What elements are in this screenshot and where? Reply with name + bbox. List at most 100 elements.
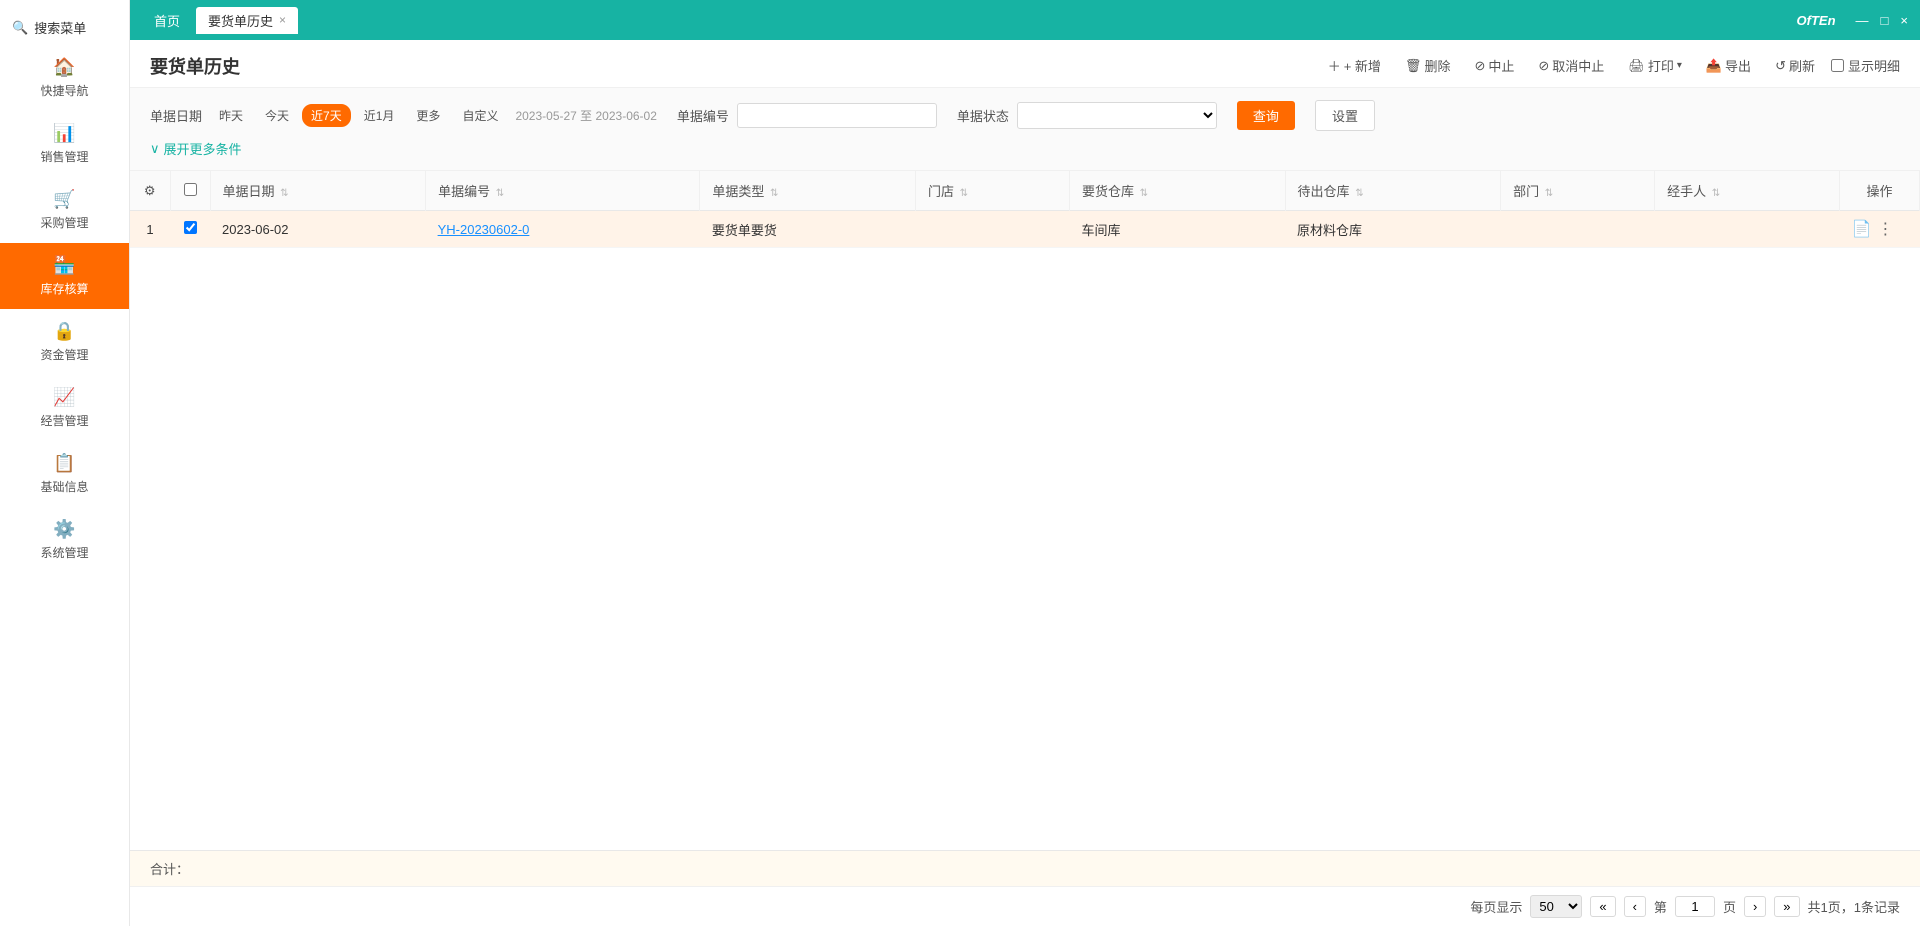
- sidebar-item-system[interactable]: ⚙️ 系统管理: [0, 507, 129, 573]
- sort-icon: ⇅: [280, 188, 288, 199]
- main-area: 首页 要货单历史 × OfTEn — □ × 要货单历史 ＋ + 新增 🗑: [130, 0, 1920, 926]
- stop-icon: ⊘: [1474, 58, 1485, 74]
- export-icon: 📤: [1706, 58, 1722, 74]
- sidebar-item-basic-info[interactable]: 📋 基础信息: [0, 441, 129, 507]
- gear-icon: ⚙️: [53, 519, 75, 540]
- delete-icon: 🗑: [1405, 58, 1422, 74]
- th-req-warehouse[interactable]: 要货仓库 ⇅: [1069, 171, 1285, 211]
- sort-icon: ⇅: [496, 188, 504, 199]
- window-close-btn[interactable]: ×: [1900, 13, 1908, 28]
- doc-no-link[interactable]: YH-20230602-0: [438, 222, 530, 237]
- page-size-select[interactable]: 50 100: [1530, 895, 1582, 918]
- home-icon: 🏠: [53, 57, 75, 78]
- date-custom-btn[interactable]: 自定义: [453, 104, 507, 127]
- view-op-icon[interactable]: 📄: [1852, 219, 1872, 239]
- table-body: 1 2023-06-02 YH-20230602-0 要货单要货 车间库 原材料…: [130, 211, 1920, 248]
- sidebar-item-label: 系统管理: [40, 544, 88, 561]
- date-today-btn[interactable]: 今天: [256, 104, 298, 127]
- sidebar-item-quick-nav[interactable]: 🏠 快捷导航: [0, 45, 129, 111]
- tab-close-icon[interactable]: ×: [279, 13, 286, 27]
- sidebar-item-purchase[interactable]: 🛒 采购管理: [0, 177, 129, 243]
- date-7days-btn[interactable]: 近7天: [302, 104, 351, 127]
- table-area: ⚙ 单据日期 ⇅ 单据编号 ⇅: [130, 171, 1920, 850]
- sidebar-search-label: 搜索菜单: [34, 18, 86, 37]
- last-page-btn[interactable]: »: [1774, 896, 1799, 917]
- th-doc-date[interactable]: 单据日期 ⇅: [210, 171, 426, 211]
- topbar: 首页 要货单历史 × OfTEn — □ ×: [130, 0, 1920, 40]
- stop-label: 中止: [1488, 56, 1514, 75]
- sidebar-item-label: 资金管理: [40, 346, 88, 363]
- td-doc-type: 要货单要货: [700, 211, 916, 248]
- expand-more-btn[interactable]: ∨ 展开更多条件: [150, 139, 1900, 158]
- td-store: [915, 211, 1069, 248]
- th-settings[interactable]: ⚙: [130, 171, 170, 211]
- footer-sum: 合计：: [130, 850, 1920, 886]
- th-pending-warehouse[interactable]: 待出仓库 ⇅: [1285, 171, 1501, 211]
- sort-icon: ⇅: [1712, 188, 1720, 199]
- show-detail-checkbox-label[interactable]: 显示明细: [1831, 56, 1900, 75]
- print-button[interactable]: 🖨 打印 ▾: [1620, 52, 1690, 79]
- info-icon: 📋: [53, 453, 75, 474]
- docno-filter-input[interactable]: [737, 103, 937, 128]
- date-range-display: 2023-05-27 至 2023-06-02: [515, 107, 656, 124]
- pagination: 每页显示 50 100 « ‹ 第 页 › » 共1页，1条记录: [130, 886, 1920, 926]
- cancel-stop-icon: ⊘: [1538, 58, 1549, 74]
- sum-label: 合计：: [150, 859, 189, 878]
- first-page-btn[interactable]: «: [1590, 896, 1615, 917]
- brand-label: OfTEn: [1797, 13, 1836, 28]
- refresh-button[interactable]: ↺ 刷新: [1767, 52, 1823, 79]
- sidebar-item-operations[interactable]: 📈 经营管理: [0, 375, 129, 441]
- filter-area: 单据日期 昨天 今天 近7天 近1月 更多 自定义 2023-05-27 至 2…: [130, 88, 1920, 171]
- window-minimize-btn[interactable]: —: [1856, 13, 1869, 28]
- table-header-row: ⚙ 单据日期 ⇅ 单据编号 ⇅: [130, 171, 1920, 211]
- new-button[interactable]: ＋ + 新增: [1320, 52, 1389, 79]
- sidebar-item-inventory[interactable]: 🏪 库存核算: [0, 243, 129, 309]
- tab-home[interactable]: 首页: [142, 7, 192, 34]
- query-button[interactable]: 查询: [1237, 101, 1295, 130]
- expand-more-label: 展开更多条件: [164, 139, 242, 158]
- th-doc-no[interactable]: 单据编号 ⇅: [426, 171, 700, 211]
- print-icon: 🖨: [1628, 58, 1645, 74]
- lock-icon: 🔒: [53, 321, 75, 342]
- chart-icon: 📊: [53, 123, 75, 144]
- status-filter-label: 单据状态: [957, 106, 1009, 125]
- page-label: 第: [1654, 897, 1667, 916]
- date-yesterday-btn[interactable]: 昨天: [210, 104, 252, 127]
- settings-button[interactable]: 设置: [1315, 100, 1375, 131]
- select-all-checkbox[interactable]: [184, 183, 197, 196]
- td-doc-date: 2023-06-02: [210, 211, 426, 248]
- sort-icon: ⇅: [770, 188, 778, 199]
- row-checkbox[interactable]: [184, 221, 197, 234]
- date-buttons: 昨天 今天 近7天 近1月 更多 自定义: [210, 104, 507, 127]
- sidebar-search[interactable]: 🔍 搜索菜单: [0, 10, 129, 45]
- next-page-btn[interactable]: ›: [1744, 896, 1766, 917]
- tab-active-label: 要货单历史: [208, 11, 273, 30]
- date-more-btn[interactable]: 更多: [407, 104, 449, 127]
- sidebar-item-finance[interactable]: 🔒 资金管理: [0, 309, 129, 375]
- page-number-input[interactable]: [1675, 896, 1715, 917]
- sidebar: 🔍 搜索菜单 🏠 快捷导航 📊 销售管理 🛒 采购管理 🏪 库存核算 🔒 资金管…: [0, 0, 130, 926]
- more-op-icon[interactable]: ⋮: [1877, 219, 1893, 239]
- export-label: 导出: [1725, 56, 1751, 75]
- sidebar-item-sales[interactable]: 📊 销售管理: [0, 111, 129, 177]
- show-detail-checkbox[interactable]: [1831, 59, 1844, 72]
- export-button[interactable]: 📤 导出: [1698, 52, 1759, 79]
- stop-button[interactable]: ⊘ 中止: [1466, 52, 1522, 79]
- date-1month-btn[interactable]: 近1月: [355, 104, 404, 127]
- store-icon: 🏪: [53, 255, 75, 276]
- cancel-stop-label: 取消中止: [1552, 56, 1604, 75]
- window-maximize-btn[interactable]: □: [1881, 13, 1889, 28]
- page-header: 要货单历史 ＋ + 新增 🗑 删除 ⊘ 中止 ⊘ 取消中止: [130, 40, 1920, 88]
- th-store[interactable]: 门店 ⇅: [915, 171, 1069, 211]
- cancel-stop-button[interactable]: ⊘ 取消中止: [1530, 52, 1612, 79]
- prev-page-btn[interactable]: ‹: [1624, 896, 1646, 917]
- td-ops: 📄 ⋮: [1840, 211, 1920, 248]
- delete-button[interactable]: 🗑 删除: [1397, 52, 1459, 79]
- status-filter-select[interactable]: [1017, 102, 1217, 129]
- tab-active[interactable]: 要货单历史 ×: [196, 7, 298, 34]
- th-handler[interactable]: 经手人 ⇅: [1655, 171, 1840, 211]
- th-dept[interactable]: 部门 ⇅: [1501, 171, 1655, 211]
- filter-row: 单据日期 昨天 今天 近7天 近1月 更多 自定义 2023-05-27 至 2…: [150, 100, 1900, 131]
- th-doc-type[interactable]: 单据类型 ⇅: [700, 171, 916, 211]
- sidebar-item-label: 采购管理: [40, 214, 88, 231]
